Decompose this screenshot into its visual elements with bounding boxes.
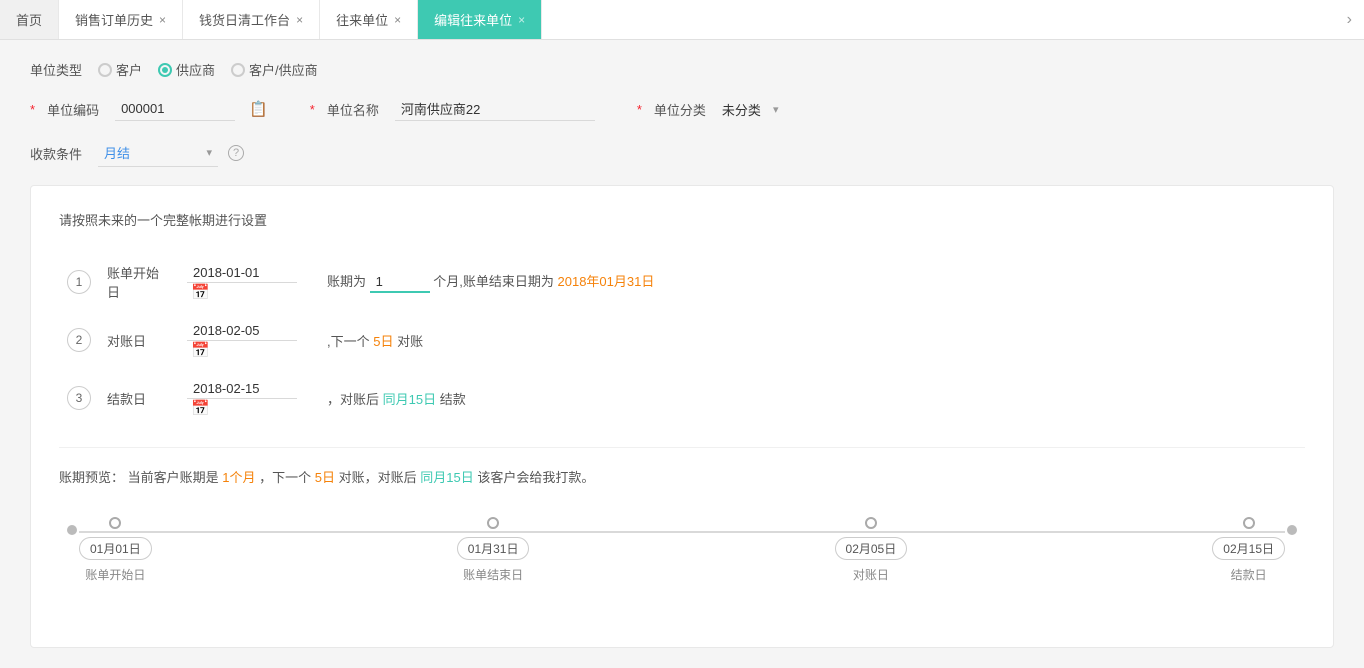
timeline-badge-2: 02月05日 [835, 537, 908, 560]
unit-type-row: 单位类型 客户 供应商 客户/供应商 [30, 60, 1334, 79]
step-1-calendar-icon[interactable]: 📅 [191, 284, 210, 301]
timeline-dot-3 [1243, 517, 1255, 529]
payment-terms-label: 收款条件 [30, 144, 82, 163]
tab-edit-partner-close[interactable]: × [518, 13, 525, 27]
timeline-point-3: 02月15日 结款日 [1212, 517, 1285, 583]
preview-highlight-1: 1个月 [222, 470, 255, 485]
tab-home[interactable]: 首页 [0, 0, 59, 39]
preview-text: 账期预览： 当前客户账期是 1个月 ，下一个 5日 对账，对账后 同月15日 该… [59, 470, 594, 485]
timeline-badge-0: 01月01日 [79, 537, 152, 560]
step-label-3: 结款日 [107, 392, 146, 407]
panel-instruction: 请按照未来的一个完整帐期进行设置 [59, 210, 1305, 229]
unit-code-input[interactable]: 000001 [115, 97, 235, 121]
preview-highlight-2: 5日 [315, 470, 335, 485]
timeline-left-dot [67, 525, 77, 535]
steps-table: 1 账单开始日 📅 账期为 个月,账单结束日期为 2018年01月31日 [59, 253, 1305, 427]
timeline-point-1: 01月31日 账单结束日 [457, 517, 530, 583]
tab-partner-units[interactable]: 往来单位 × [320, 0, 418, 39]
radio-both[interactable]: 客户/供应商 [231, 60, 318, 79]
step-num-2: 2 [67, 328, 91, 352]
unit-type-label: 单位类型 [30, 60, 82, 79]
panel-box: 请按照未来的一个完整帐期进行设置 1 账单开始日 📅 [30, 185, 1334, 648]
step-2-day-highlight: 5日 [373, 334, 393, 349]
step-row-3: 3 结款日 📅 ，对账后 同月15日 结款 [59, 369, 1305, 427]
step-2-prefix: ,下一个 [327, 334, 370, 349]
radio-supplier-circle [158, 63, 172, 77]
timeline-label-2: 对账日 [853, 566, 889, 583]
step-date-input-3[interactable] [187, 379, 297, 399]
step-2-suffix: 对账 [397, 334, 423, 349]
tab-cash-workbench-close[interactable]: × [296, 13, 303, 27]
payment-terms-value: 月结 [104, 143, 200, 162]
preview-text-3: 对账，对账后 [339, 470, 417, 485]
step-3-day-highlight: 同月15日 [383, 392, 436, 407]
unit-name-input[interactable]: 河南供应商22 [395, 97, 595, 121]
step-3-suffix: 结款 [440, 392, 466, 407]
timeline-right-dot [1287, 525, 1297, 535]
step-1-suffix: 账期为 [327, 274, 366, 289]
step-2-calendar-icon[interactable]: 📅 [191, 342, 210, 359]
timeline-badge-3: 02月15日 [1212, 537, 1285, 560]
step-num-1: 1 [67, 270, 91, 294]
step-label-2: 对账日 [107, 334, 146, 349]
unit-code-label: 单位编码 [47, 100, 99, 119]
timeline-label-0: 账单开始日 [85, 566, 145, 583]
unit-type-radio-group: 客户 供应商 客户/供应商 [98, 60, 318, 79]
period-input[interactable] [370, 272, 430, 293]
radio-both-circle [231, 63, 245, 77]
unit-name-label: 单位名称 [327, 100, 379, 119]
preview-section: 账期预览： 当前客户账期是 1个月 ，下一个 5日 对账，对账后 同月15日 该… [59, 447, 1305, 489]
step-date-input-1[interactable] [187, 263, 297, 283]
step-3-prefix: ，对账后 [327, 392, 379, 407]
payment-terms-help-icon[interactable]: ? [228, 145, 244, 161]
unit-code-calendar-icon[interactable]: 📋 [249, 100, 268, 118]
timeline-dot-2 [865, 517, 877, 529]
tab-sales-history[interactable]: 销售订单历史 × [59, 0, 183, 39]
timeline-dot-0 [109, 517, 121, 529]
step-date-input-2[interactable] [187, 321, 297, 341]
timeline-label-1: 账单结束日 [463, 566, 523, 583]
tab-cash-workbench[interactable]: 钱货日清工作台 × [183, 0, 320, 39]
step-1-period-unit: 个月,账单结束日期为 [433, 274, 554, 289]
timeline-dot-1 [487, 517, 499, 529]
tab-sales-history-close[interactable]: × [159, 13, 166, 27]
timeline-badge-1: 01月31日 [457, 537, 530, 560]
form-section: 单位类型 客户 供应商 客户/供应商 * 单位编码 000001 [30, 60, 1334, 167]
preview-highlight-3: 同月15日 [420, 470, 473, 485]
payment-terms-row: 收款条件 月结 ▾ ? [30, 139, 1334, 167]
unit-info-row: * 单位编码 000001 📋 * 单位名称 河南供应商22 * 单位分类 未分… [30, 97, 1334, 121]
tab-more-arrow[interactable]: › [1335, 0, 1364, 39]
preview-text-1: 当前客户账期是 [128, 470, 219, 485]
step-row-2: 2 对账日 📅 ,下一个 5日 对账 [59, 311, 1305, 369]
step-label-1: 账单开始日 [107, 266, 159, 300]
preview-label: 账期预览： [59, 470, 124, 485]
page-content: 单位类型 客户 供应商 客户/供应商 * 单位编码 000001 [0, 40, 1364, 668]
tab-bar: 首页 销售订单历史 × 钱货日清工作台 × 往来单位 × 编辑往来单位 × › [0, 0, 1364, 40]
step-num-3: 3 [67, 386, 91, 410]
preview-text-4: 该客户会给我打款。 [477, 470, 594, 485]
payment-terms-dropdown-arrow: ▾ [206, 146, 212, 159]
radio-customer-circle [98, 63, 112, 77]
timeline-label-3: 结款日 [1231, 566, 1267, 583]
step-3-calendar-icon[interactable]: 📅 [191, 400, 210, 417]
timeline-point-2: 02月05日 对账日 [835, 517, 908, 583]
unit-classify-select[interactable]: 未分类 ▾ [722, 100, 779, 119]
step-1-end-date: 2018年01月31日 [558, 274, 655, 289]
step-row-1: 1 账单开始日 📅 账期为 个月,账单结束日期为 2018年01月31日 [59, 253, 1305, 311]
unit-classify-label: 单位分类 [654, 100, 706, 119]
preview-text-2: ，下一个 [259, 470, 311, 485]
timeline-points: 01月01日 账单开始日 01月31日 账单结束日 02月05日 对账日 02月… [79, 517, 1285, 583]
payment-terms-select[interactable]: 月结 ▾ [98, 139, 218, 167]
timeline-point-0: 01月01日 账单开始日 [79, 517, 152, 583]
timeline-container: 01月01日 账单开始日 01月31日 账单结束日 02月05日 对账日 02月… [59, 517, 1305, 623]
tab-partner-units-close[interactable]: × [394, 13, 401, 27]
unit-classify-dropdown-arrow: ▾ [773, 103, 779, 116]
radio-customer[interactable]: 客户 [98, 60, 142, 79]
radio-supplier[interactable]: 供应商 [158, 60, 215, 79]
tab-edit-partner[interactable]: 编辑往来单位 × [418, 0, 542, 39]
